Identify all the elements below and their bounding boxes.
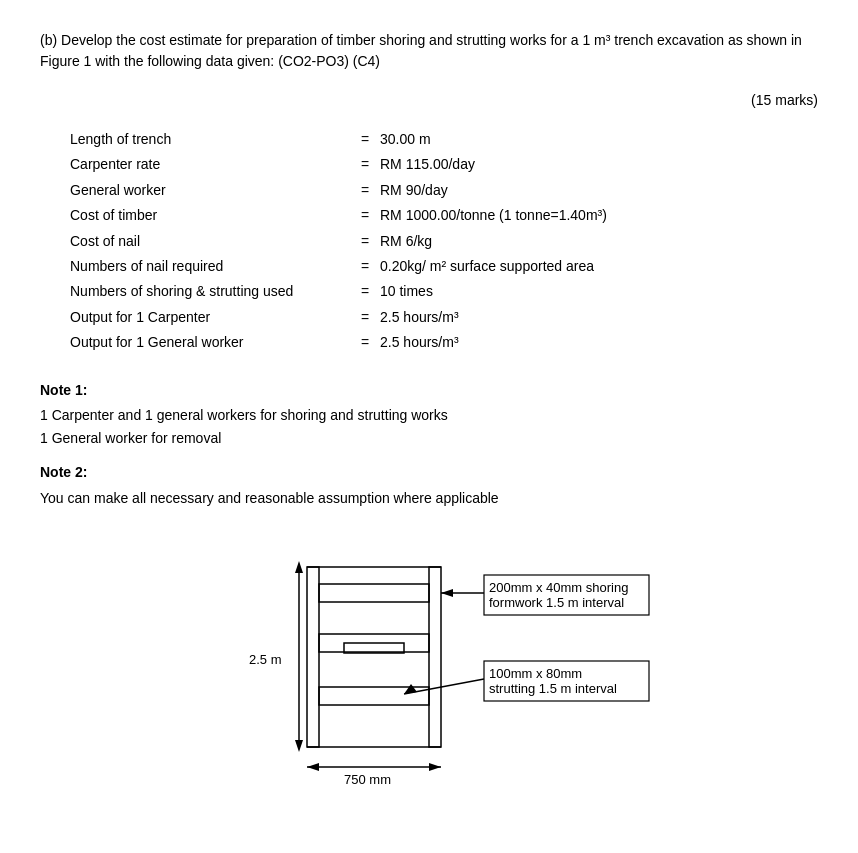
data-value: 30.00 m: [380, 128, 818, 150]
data-equals: =: [350, 255, 380, 277]
notes-section: Note 1: 1 Carpenter and 1 general worker…: [40, 379, 818, 510]
figure-section: 2.5 m 750 mm 200mm: [40, 539, 818, 789]
data-row: Output for 1 Carpenter=2.5 hours/m³: [70, 306, 818, 328]
data-label: Cost of nail: [70, 230, 350, 252]
question-header: (b) Develop the cost estimate for prepar…: [40, 30, 818, 72]
note1-line2: 1 General worker for removal: [40, 427, 818, 449]
data-equals: =: [350, 204, 380, 226]
annotation2-line2: strutting 1.5 m interval: [489, 681, 617, 696]
data-equals: =: [350, 153, 380, 175]
data-equals: =: [350, 306, 380, 328]
figure-container: 2.5 m 750 mm 200mm: [189, 539, 669, 789]
data-value: RM 90/day: [380, 179, 818, 201]
data-row: Length of trench=30.00 m: [70, 128, 818, 150]
depth-label: 2.5 m: [249, 652, 282, 667]
data-value: RM 1000.00/tonne (1 tonne=1.40m³): [380, 204, 818, 226]
marks-label: (15 marks): [40, 92, 818, 108]
data-row: General worker=RM 90/day: [70, 179, 818, 201]
data-row: Carpenter rate=RM 115.00/day: [70, 153, 818, 175]
data-equals: =: [350, 179, 380, 201]
svg-marker-2: [295, 740, 303, 752]
note2-line1: You can make all necessary and reasonabl…: [40, 487, 818, 509]
data-value: RM 6/kg: [380, 230, 818, 252]
data-label: Cost of timber: [70, 204, 350, 226]
note2-content: You can make all necessary and reasonabl…: [40, 487, 818, 509]
svg-marker-13: [429, 763, 441, 771]
data-value: 2.5 hours/m³: [380, 331, 818, 353]
data-label: Output for 1 General worker: [70, 331, 350, 353]
note2-title: Note 2:: [40, 461, 818, 485]
svg-rect-4: [319, 584, 429, 602]
annotation2-line1: 100mm x 80mm: [489, 666, 582, 681]
data-equals: =: [350, 280, 380, 302]
data-row: Output for 1 General worker=2.5 hours/m³: [70, 331, 818, 353]
question-label: (b): [40, 32, 57, 48]
data-equals: =: [350, 128, 380, 150]
figure-svg: 2.5 m 750 mm 200mm: [189, 539, 669, 799]
svg-marker-15: [441, 589, 453, 597]
data-table: Length of trench=30.00 mCarpenter rate=R…: [70, 128, 818, 354]
note1-line1: 1 Carpenter and 1 general workers for sh…: [40, 404, 818, 426]
data-value: 10 times: [380, 280, 818, 302]
question-body: Develop the cost estimate for preparatio…: [40, 32, 802, 69]
data-label: Carpenter rate: [70, 153, 350, 175]
data-row: Cost of nail=RM 6/kg: [70, 230, 818, 252]
data-equals: =: [350, 230, 380, 252]
data-row: Numbers of shoring & strutting used=10 t…: [70, 280, 818, 302]
data-value: 2.5 hours/m³: [380, 306, 818, 328]
data-label: General worker: [70, 179, 350, 201]
data-equals: =: [350, 331, 380, 353]
annotation1-line1: 200mm x 40mm shoring: [489, 580, 628, 595]
data-label: Length of trench: [70, 128, 350, 150]
data-label: Output for 1 Carpenter: [70, 306, 350, 328]
note1-content: 1 Carpenter and 1 general workers for sh…: [40, 404, 818, 449]
svg-rect-3: [307, 567, 319, 747]
note1-title: Note 1:: [40, 379, 818, 403]
data-label: Numbers of nail required: [70, 255, 350, 277]
annotation1-line2: formwork 1.5 m interval: [489, 595, 624, 610]
svg-marker-12: [307, 763, 319, 771]
width-label: 750 mm: [344, 772, 391, 787]
svg-marker-1: [295, 561, 303, 573]
data-value: RM 115.00/day: [380, 153, 818, 175]
data-row: Numbers of nail required=0.20kg/ m² surf…: [70, 255, 818, 277]
data-label: Numbers of shoring & strutting used: [70, 280, 350, 302]
svg-rect-7: [429, 567, 441, 747]
data-value: 0.20kg/ m² surface supported area: [380, 255, 818, 277]
data-row: Cost of timber=RM 1000.00/tonne (1 tonne…: [70, 204, 818, 226]
